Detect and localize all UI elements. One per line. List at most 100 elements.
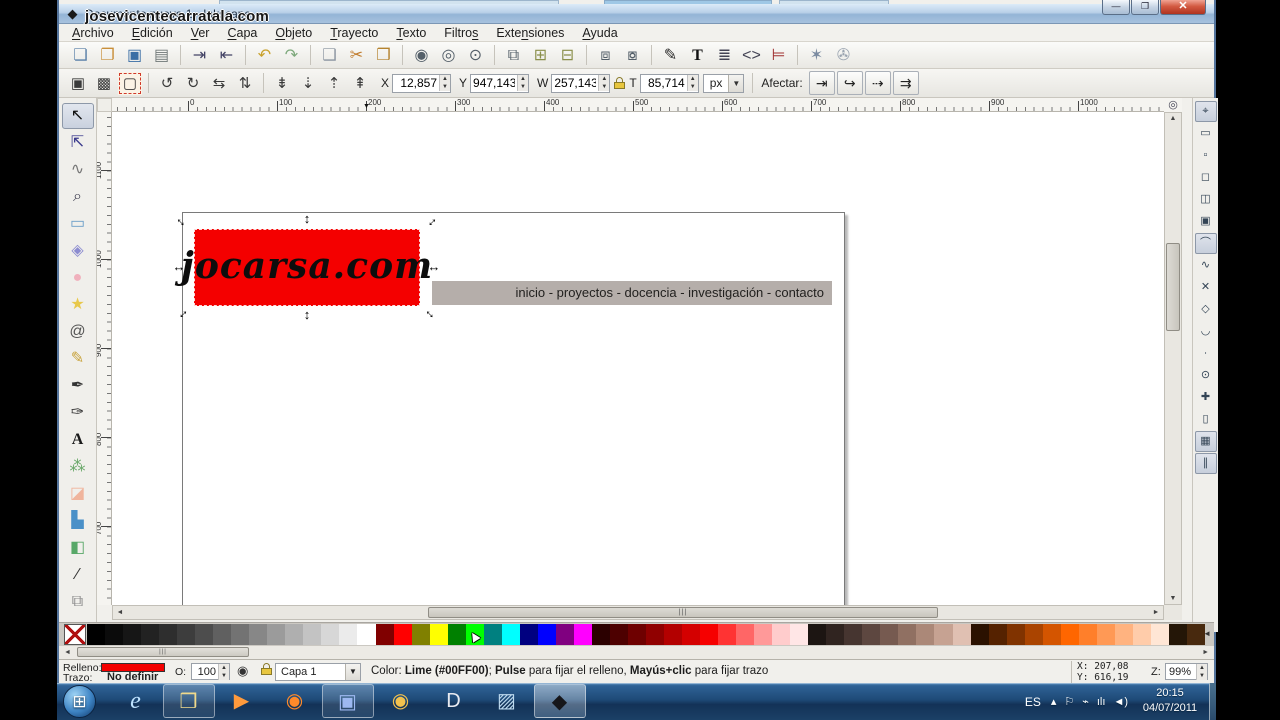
layer-selector[interactable]: Capa 1 ▼ (275, 663, 361, 681)
palette-swatch[interactable] (808, 624, 827, 645)
palette-swatch[interactable] (141, 624, 160, 645)
y-field[interactable]: ▲▼ (470, 73, 530, 93)
save-document-icon[interactable]: ▣ (122, 44, 147, 67)
palette-swatch[interactable] (645, 624, 664, 645)
zoom-drawing-icon[interactable]: ◎ (436, 44, 461, 67)
undo-icon[interactable]: ↶ (252, 44, 277, 67)
palette-swatch[interactable] (754, 624, 773, 645)
paste-icon[interactable]: ❒ (371, 44, 396, 67)
flip-vertical-icon[interactable]: ⇅ (233, 72, 257, 95)
document-properties-icon[interactable]: ✇ (831, 44, 856, 67)
scale-handle-w[interactable]: ↔ (172, 260, 186, 274)
palette-swatch[interactable] (123, 624, 142, 645)
lock-ratio-icon[interactable] (614, 77, 626, 89)
snap-bbox-icon[interactable]: ▭ (1195, 123, 1217, 144)
palette-swatch[interactable] (952, 624, 971, 645)
palette-swatch[interactable] (1132, 624, 1151, 645)
palette-swatch[interactable] (555, 624, 574, 645)
create-clone-icon[interactable]: ⊞ (528, 44, 553, 67)
raise-to-top-icon[interactable]: ⇞ (348, 72, 372, 95)
power-plug-icon[interactable]: ⌁ (1082, 695, 1089, 708)
cut-icon[interactable]: ✂ (344, 44, 369, 67)
palette-swatch[interactable] (105, 624, 124, 645)
rotate-ccw-icon[interactable]: ↺ (155, 72, 179, 95)
lower-to-bottom-icon[interactable]: ⇟ (270, 72, 294, 95)
x-spinner[interactable]: ▲ ▼ (439, 75, 451, 91)
palette-swatch[interactable] (1150, 624, 1169, 645)
text-dialog-icon[interactable]: T (685, 44, 710, 67)
bezier-pen-tool[interactable]: ✒ (62, 373, 94, 399)
taskbar-dev-app-icon[interactable]: D (428, 684, 480, 718)
scale-handle-n[interactable]: ↕ (300, 212, 314, 226)
maximize-button[interactable]: ❐ (1131, 0, 1159, 15)
palette-swatch[interactable] (519, 624, 538, 645)
gradient-tool[interactable]: ◧ (62, 535, 94, 561)
node-tool[interactable]: ⇱ (62, 130, 94, 156)
ellipse-tool[interactable]: ● (62, 265, 94, 291)
snap-bbox-midpoints-icon[interactable]: ◫ (1195, 189, 1217, 210)
palette-swatch[interactable] (375, 624, 394, 645)
palette-swatch[interactable] (501, 624, 520, 645)
horizontal-scrollbar-thumb[interactable]: ||| (428, 607, 938, 618)
star-tool[interactable]: ★ (62, 292, 94, 318)
snap-paths-icon[interactable]: ∿ (1195, 255, 1217, 276)
ungroup-objects-icon[interactable]: ⧇ (620, 44, 645, 67)
snap-bbox-centers-icon[interactable]: ▣ (1195, 211, 1217, 232)
raise-icon[interactable]: ⇡ (322, 72, 346, 95)
select-all-layers-icon[interactable]: ▩ (92, 72, 116, 95)
snap-nodes-icon[interactable]: ⌒ (1194, 233, 1217, 254)
horizontal-ruler[interactable]: ▼ 010020030040050060070080090010001100 (112, 98, 1164, 112)
vertical-ruler[interactable]: 1100 1000 900 800 700 (97, 112, 112, 605)
snap-rotation-centers-icon[interactable]: ✚ (1195, 387, 1217, 408)
palette-swatch[interactable] (483, 624, 502, 645)
palette-swatch[interactable] (1096, 624, 1115, 645)
palette-swatch[interactable] (700, 624, 719, 645)
volume-icon[interactable]: ◄) (1113, 696, 1128, 708)
palette-scrollbar[interactable]: ◄ ||| ► (59, 646, 1214, 659)
palette-swatch[interactable] (393, 624, 412, 645)
snap-bbox-edges-icon[interactable]: ▫ (1195, 145, 1217, 166)
snap-grid-icon[interactable]: ▦ (1194, 431, 1217, 452)
menu-item-extensiones[interactable]: Extensiones (487, 25, 573, 41)
height-spinner[interactable]: ▲ ▼ (686, 75, 698, 91)
connector-tool[interactable]: ⧉ (62, 589, 94, 615)
vertical-scrollbar[interactable]: ▲ ▼ (1164, 112, 1182, 605)
palette-swatch[interactable] (87, 624, 106, 645)
opacity-spinner[interactable]: ▲ ▼ (218, 663, 229, 680)
palette-swatch[interactable] (844, 624, 863, 645)
y-spinner[interactable]: ▲ ▼ (517, 75, 529, 91)
lower-icon[interactable]: ⇣ (296, 72, 320, 95)
new-document-icon[interactable]: ❏ (68, 44, 93, 67)
palette-swatch[interactable] (339, 624, 358, 645)
redo-icon[interactable]: ↷ (279, 44, 304, 67)
height-field[interactable]: ▲▼ (639, 73, 699, 93)
palette-swatch[interactable] (682, 624, 701, 645)
palette-swatch[interactable] (285, 624, 304, 645)
fill-stroke-dialog-icon[interactable]: ✎ (658, 44, 683, 67)
palette-swatch[interactable] (1006, 624, 1025, 645)
preferences-icon[interactable]: ✶ (804, 44, 829, 67)
layer-lock-icon[interactable] (257, 663, 276, 678)
menu-item-ver[interactable]: Ver (182, 25, 219, 41)
taskbar-media-player-icon[interactable]: ▶ (216, 684, 268, 718)
logo-rectangle[interactable]: jocarsa.com (181, 229, 432, 306)
palette-swatch[interactable] (736, 624, 755, 645)
palette-swatch[interactable] (718, 624, 737, 645)
palette-swatch[interactable] (429, 624, 448, 645)
zoom-spinner[interactable]: ▲ ▼ (1196, 663, 1207, 680)
menu-item-capa[interactable]: Capa (218, 25, 266, 41)
hidden-icons-icon[interactable]: ▴ (1051, 695, 1057, 708)
no-color-swatch[interactable] (64, 624, 86, 645)
palette-swatch[interactable] (159, 624, 178, 645)
palette-scrollbar-thumb[interactable]: ||| (77, 647, 249, 657)
spiral-tool[interactable]: @ (62, 319, 94, 345)
palette-swatch[interactable] (880, 624, 899, 645)
canvas[interactable]: jocarsa.com inicio - proyectos - docenci… (112, 112, 1164, 605)
taskbar-windows-explorer-icon[interactable]: ❒ (162, 684, 215, 718)
start-button[interactable]: ⊞ (63, 685, 96, 718)
taskbar-chrome-icon[interactable]: ◉ (375, 684, 427, 718)
taskbar-clock[interactable]: 20:15 04/07/2011 (1134, 686, 1206, 716)
snap-cusp-nodes-icon[interactable]: ◇ (1195, 299, 1217, 320)
text-tool[interactable]: A (62, 427, 94, 453)
menu-item-objeto[interactable]: Objeto (266, 25, 321, 41)
